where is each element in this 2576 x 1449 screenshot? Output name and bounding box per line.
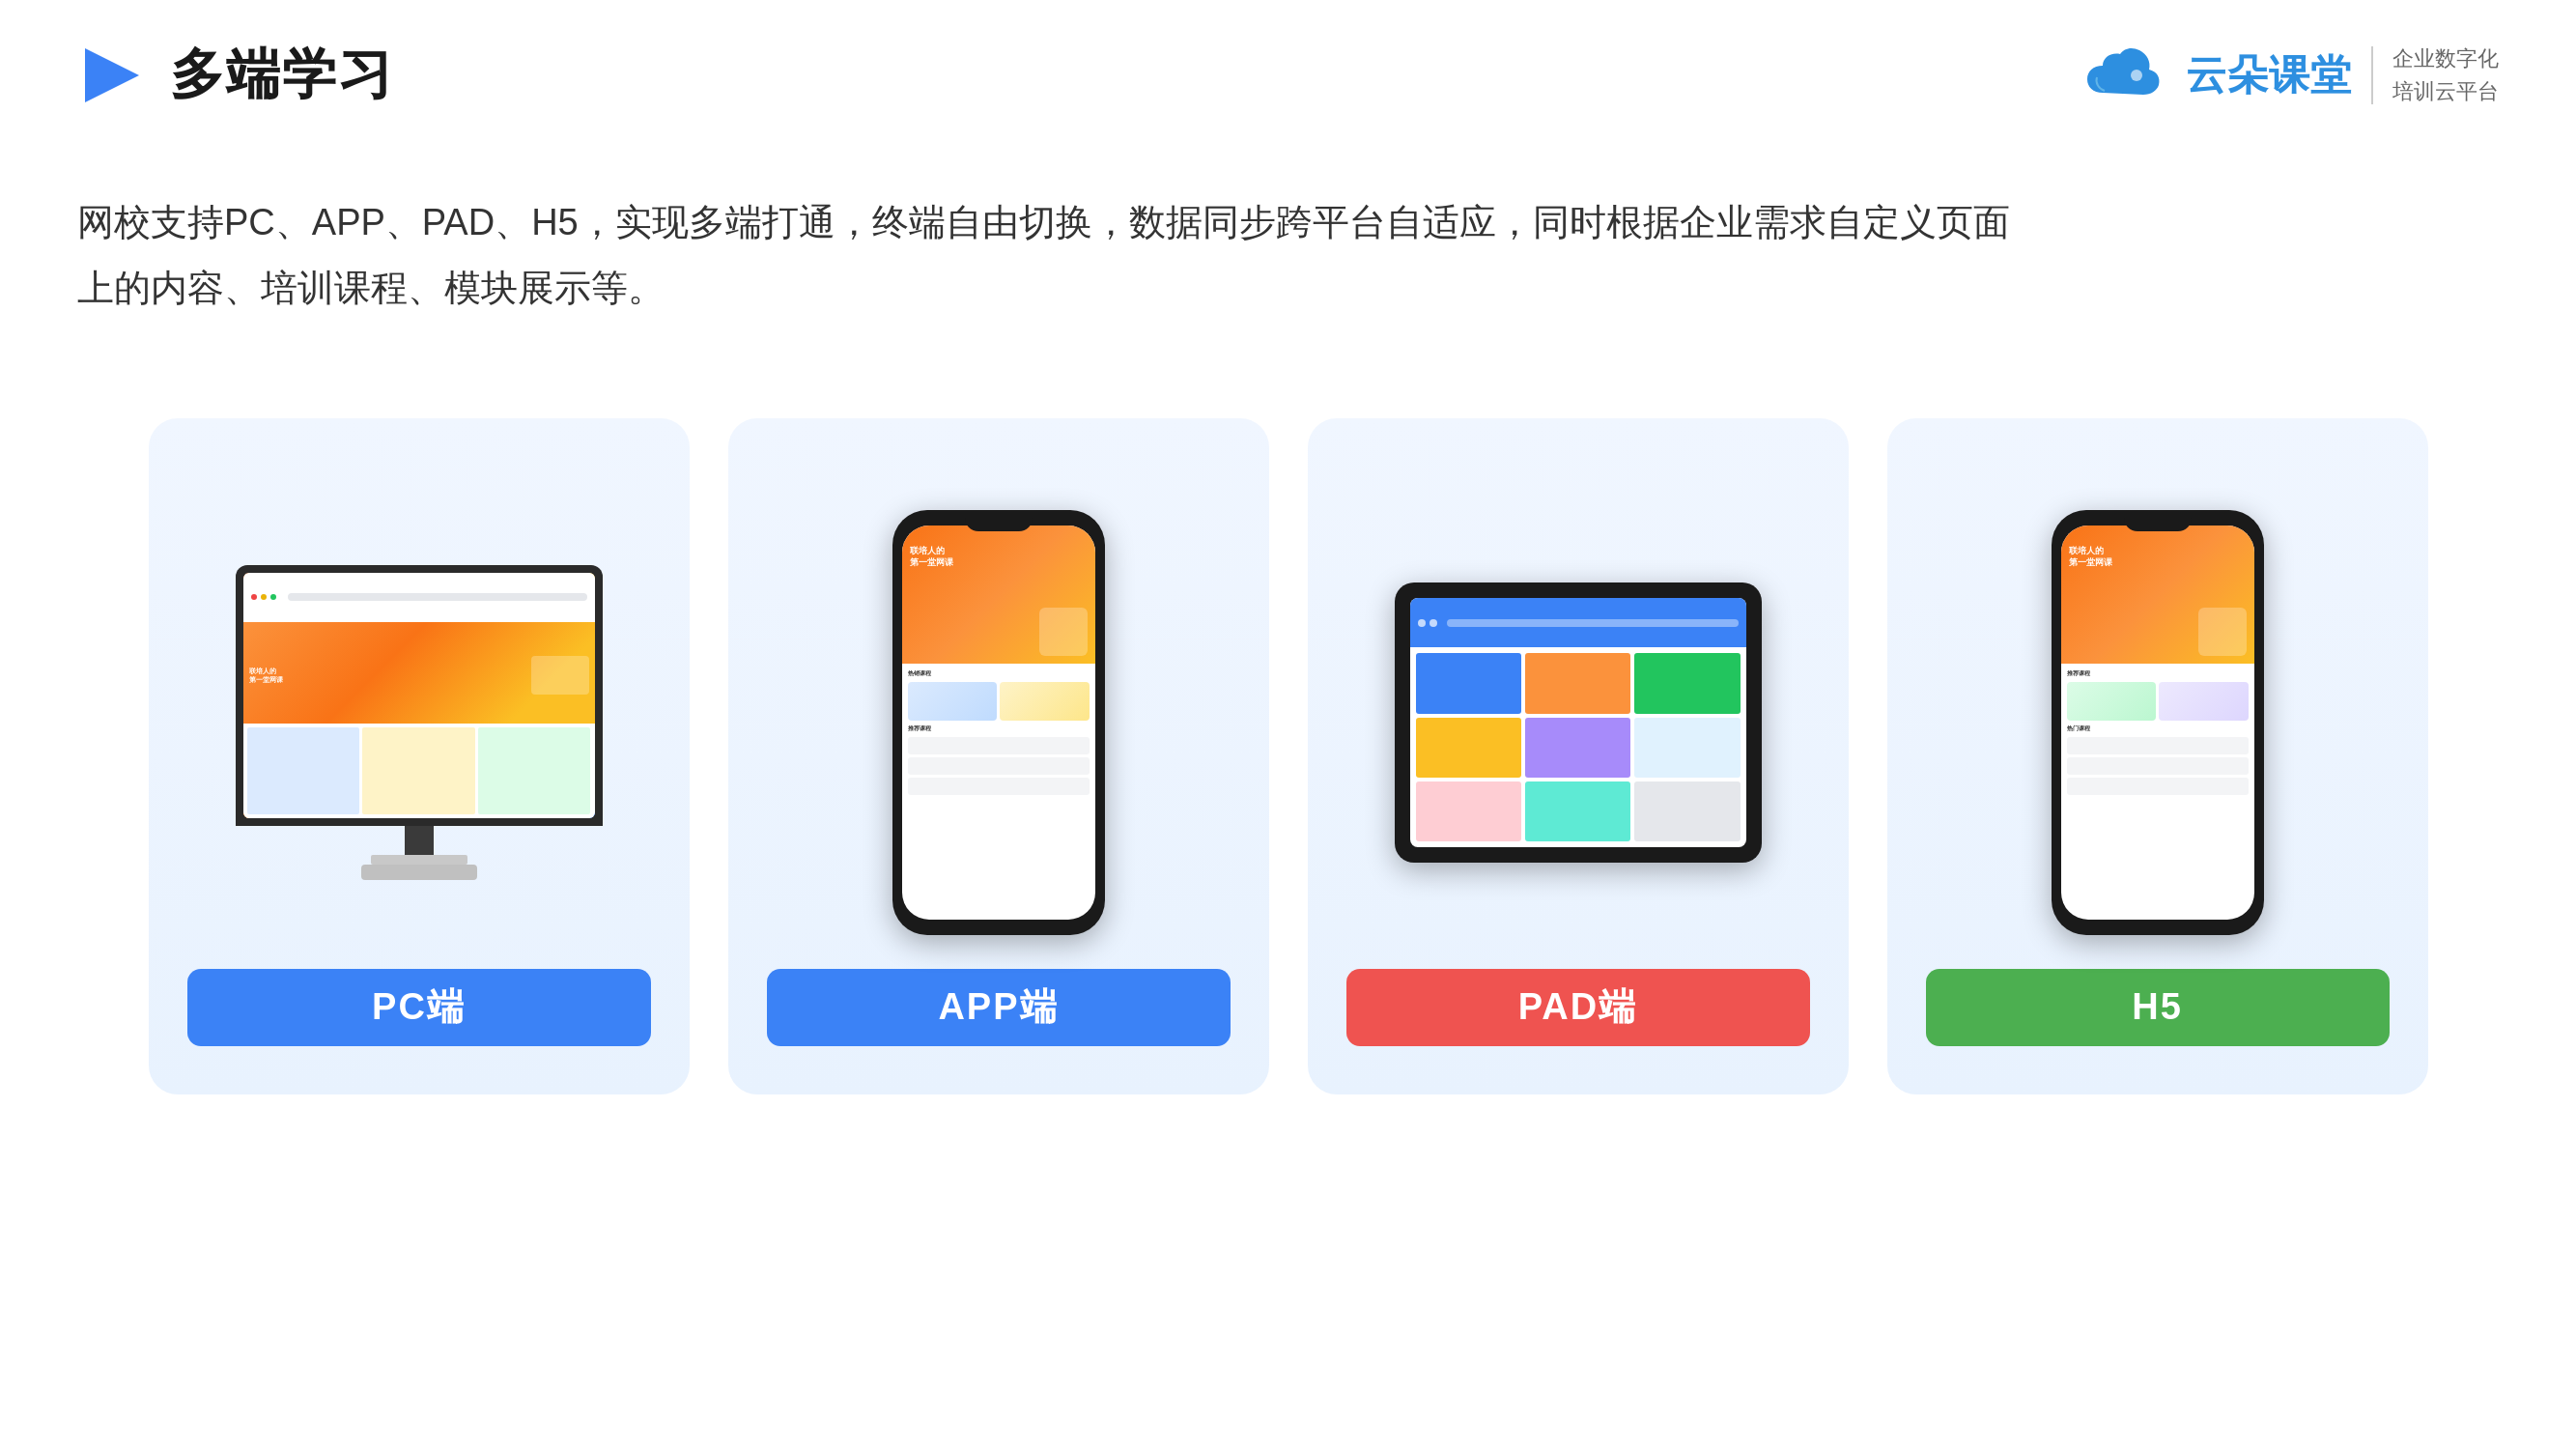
phone-h5-screen: 联培人的第一堂网课 推荐课程 热门课程 (2061, 526, 2254, 920)
app-label-button[interactable]: APP端 (767, 969, 1231, 1046)
phone-h5-list-title: 热门课程 (2067, 724, 2249, 733)
device-app: 联培人的第一堂网课 热销课程 推荐课程 (767, 476, 1231, 969)
tablet-screen (1410, 598, 1746, 847)
phone-h5-notch (2124, 510, 2192, 531)
brand-subtitle: 企业数字化 培训云平台 (2392, 44, 2499, 106)
tablet (1395, 582, 1762, 863)
monitor-base (361, 865, 477, 880)
phone-screen: 联培人的第一堂网课 热销课程 推荐课程 (902, 526, 1095, 920)
phone-h5: 联培人的第一堂网课 推荐课程 热门课程 (2052, 510, 2264, 935)
description: 网校支持PC、APP、PAD、H5，实现多端打通，终端自由切换，数据同步跨平台自… (0, 112, 2125, 322)
h5-label-button[interactable]: H5 (1926, 969, 2390, 1046)
card-pc: 联培人的第一堂网课 (149, 418, 690, 1094)
device-pad (1346, 476, 1810, 969)
monitor: 联培人的第一堂网课 (236, 565, 603, 880)
monitor-frame: 联培人的第一堂网课 (236, 565, 603, 826)
logo-right: 云朵课堂 企业数字化 培训云平台 (2083, 44, 2499, 106)
page-title: 多端学习 (170, 39, 394, 112)
card-pad: PAD端 (1308, 418, 1849, 1094)
header: 多端学习 云朵课堂 企业数字化 培训云平台 (0, 0, 2576, 112)
pc-label-button[interactable]: PC端 (187, 969, 651, 1046)
monitor-stand (371, 855, 467, 865)
phone-section-title: 热销课程 (908, 669, 1090, 678)
monitor-neck (405, 826, 434, 855)
play-icon (77, 41, 147, 110)
svg-marker-0 (85, 48, 139, 102)
pad-label-button[interactable]: PAD端 (1346, 969, 1810, 1046)
cards-container: 联培人的第一堂网课 (0, 322, 2576, 1094)
description-line2: 上的内容、培训课程、模块展示等。 (77, 255, 2048, 321)
brand-divider (2371, 46, 2373, 104)
brand-name: 云朵课堂 (2186, 48, 2352, 102)
brand-subtitle-line1: 企业数字化 (2392, 44, 2499, 73)
logo-left: 多端学习 (77, 39, 394, 112)
svg-point-1 (2131, 70, 2142, 81)
card-app: 联培人的第一堂网课 热销课程 推荐课程 (728, 418, 1269, 1094)
card-h5: 联培人的第一堂网课 推荐课程 热门课程 (1887, 418, 2428, 1094)
description-line1: 网校支持PC、APP、PAD、H5，实现多端打通，终端自由切换，数据同步跨平台自… (77, 189, 2048, 255)
brand-subtitle-line2: 培训云平台 (2392, 77, 2499, 106)
device-h5: 联培人的第一堂网课 推荐课程 热门课程 (1926, 476, 2390, 969)
phone-notch (965, 510, 1033, 531)
phone-app: 联培人的第一堂网课 热销课程 推荐课程 (892, 510, 1105, 935)
cloud-icon (2083, 46, 2170, 104)
phone-list-title: 推荐课程 (908, 724, 1090, 733)
monitor-screen: 联培人的第一堂网课 (243, 573, 595, 818)
yundu-brand: 云朵课堂 (2083, 46, 2352, 104)
phone-h5-section-title: 推荐课程 (2067, 669, 2249, 678)
device-pc: 联培人的第一堂网课 (187, 476, 651, 969)
